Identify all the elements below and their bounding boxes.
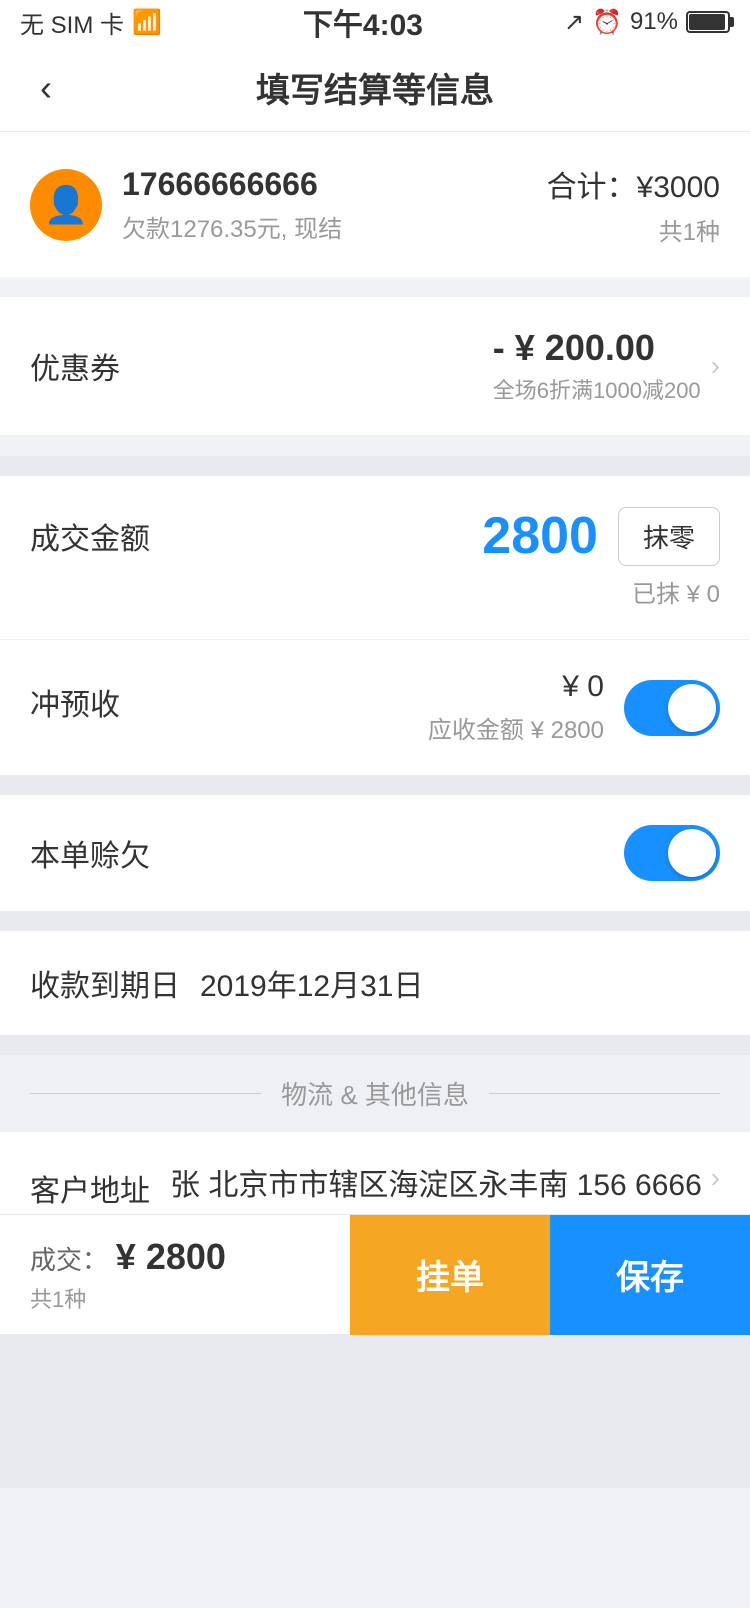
due-label: 收款到期日 bbox=[30, 961, 180, 1005]
hang-button[interactable]: 挂单 bbox=[350, 1215, 550, 1335]
bottom-deal-amount: ¥ 2800 bbox=[116, 1236, 226, 1277]
customer-card: 👤 17666666666 欠款1276.35元, 现结 合计：¥3000 共1… bbox=[0, 132, 750, 277]
battery-text: 91% bbox=[630, 8, 678, 36]
round-button[interactable]: 抹零 bbox=[618, 507, 720, 566]
debt-label: 本单赊欠 bbox=[30, 831, 150, 875]
debt-toggle[interactable] bbox=[624, 825, 720, 881]
total-amount: 合计：¥3000 bbox=[547, 162, 720, 206]
debt-row: 本单赊欠 bbox=[0, 795, 750, 911]
due-date-value: 2019年12月31日 bbox=[200, 961, 423, 1005]
bottom-count: 共1种 bbox=[30, 1282, 320, 1314]
customer-debt: 欠款1276.35元, 现结 bbox=[122, 209, 342, 244]
no-sim-text: 无 SIM 卡 bbox=[20, 5, 124, 40]
coupon-right: - ¥ 200.00 全场6折满1000减200 › bbox=[493, 327, 720, 405]
deal-row: 成交金额 2800 抹零 bbox=[30, 506, 720, 566]
status-bar: 无 SIM 卡 📶 下午4:03 ↗ ⏰ 91% bbox=[0, 0, 750, 44]
coupon-value-group: - ¥ 200.00 全场6折满1000减200 bbox=[493, 327, 701, 405]
total-count: 共1种 bbox=[547, 212, 720, 247]
section-divider-2 bbox=[0, 775, 750, 795]
divider-line-right bbox=[489, 1093, 720, 1094]
prepay-section: 冲预收 ¥ 0 应收金额 ¥ 2800 bbox=[0, 639, 750, 775]
address-label: 客户地址 bbox=[30, 1162, 150, 1210]
deal-label: 成交金额 bbox=[30, 514, 150, 558]
status-time: 下午4:03 bbox=[303, 0, 423, 44]
deal-amount-value: 2800 bbox=[482, 506, 598, 566]
prepay-label: 冲预收 bbox=[30, 670, 120, 724]
logistics-label: 物流 & 其他信息 bbox=[281, 1075, 469, 1112]
wifi-icon: 📶 bbox=[132, 8, 162, 37]
bottom-summary: 成交： ¥ 2800 共1种 bbox=[0, 1236, 350, 1314]
debt-toggle-knob bbox=[668, 829, 716, 877]
customer-phone: 17666666666 bbox=[122, 166, 342, 203]
nav-bar: ‹ 填写结算等信息 bbox=[0, 44, 750, 132]
toggle-knob bbox=[668, 684, 716, 732]
prepay-toggle[interactable] bbox=[624, 680, 720, 736]
logistics-divider: 物流 & 其他信息 bbox=[0, 1055, 750, 1132]
coupon-row[interactable]: 优惠券 - ¥ 200.00 全场6折满1000减200 › bbox=[0, 297, 750, 436]
address-chevron-icon: › bbox=[711, 1162, 720, 1194]
bottom-deal-label: 成交： bbox=[30, 1245, 108, 1275]
save-button[interactable]: 保存 bbox=[550, 1215, 750, 1335]
status-left: 无 SIM 卡 📶 bbox=[20, 5, 162, 40]
prepay-amount-group: ¥ 0 应收金额 ¥ 2800 bbox=[428, 670, 604, 745]
battery-icon bbox=[686, 11, 730, 33]
section-divider-4 bbox=[0, 1035, 750, 1055]
avatar-icon: 👤 bbox=[44, 184, 89, 226]
section-divider-3 bbox=[0, 911, 750, 931]
customer-right: 合计：¥3000 共1种 bbox=[547, 162, 720, 247]
bottom-bar: 成交： ¥ 2800 共1种 挂单 保存 bbox=[0, 1214, 750, 1334]
location-icon: ↗ bbox=[564, 8, 584, 37]
due-date-row: 收款到期日 2019年12月31日 bbox=[0, 931, 750, 1035]
coupon-desc: 全场6折满1000减200 bbox=[493, 373, 701, 405]
section-divider-1 bbox=[0, 456, 750, 476]
prepay-right: ¥ 0 应收金额 ¥ 2800 bbox=[428, 670, 720, 745]
coupon-discount: - ¥ 200.00 bbox=[493, 327, 701, 369]
prepay-amount: ¥ 0 bbox=[428, 670, 604, 704]
customer-info: 17666666666 欠款1276.35元, 现结 bbox=[122, 166, 342, 244]
avatar: 👤 bbox=[30, 169, 102, 241]
deal-amount-section: 成交金额 2800 抹零 已抹 ¥ 0 bbox=[0, 476, 750, 639]
divider-line-left bbox=[30, 1093, 261, 1094]
content-area: 👤 17666666666 欠款1276.35元, 现结 合计：¥3000 共1… bbox=[0, 132, 750, 1608]
bottom-deal-row: 成交： ¥ 2800 bbox=[30, 1236, 320, 1278]
coupon-label: 优惠券 bbox=[30, 344, 120, 388]
deal-sub-text: 已抹 ¥ 0 bbox=[30, 574, 720, 609]
prepay-row: 冲预收 ¥ 0 应收金额 ¥ 2800 bbox=[30, 670, 720, 745]
chevron-right-icon: › bbox=[711, 350, 720, 382]
alarm-icon: ⏰ bbox=[592, 8, 622, 37]
deal-right: 2800 抹零 bbox=[482, 506, 720, 566]
status-right: ↗ ⏰ 91% bbox=[564, 8, 730, 37]
customer-left: 👤 17666666666 欠款1276.35元, 现结 bbox=[30, 166, 342, 244]
back-button[interactable]: ‹ bbox=[30, 57, 62, 119]
page-title: 填写结算等信息 bbox=[256, 63, 494, 112]
prepay-sub: 应收金额 ¥ 2800 bbox=[428, 710, 604, 745]
